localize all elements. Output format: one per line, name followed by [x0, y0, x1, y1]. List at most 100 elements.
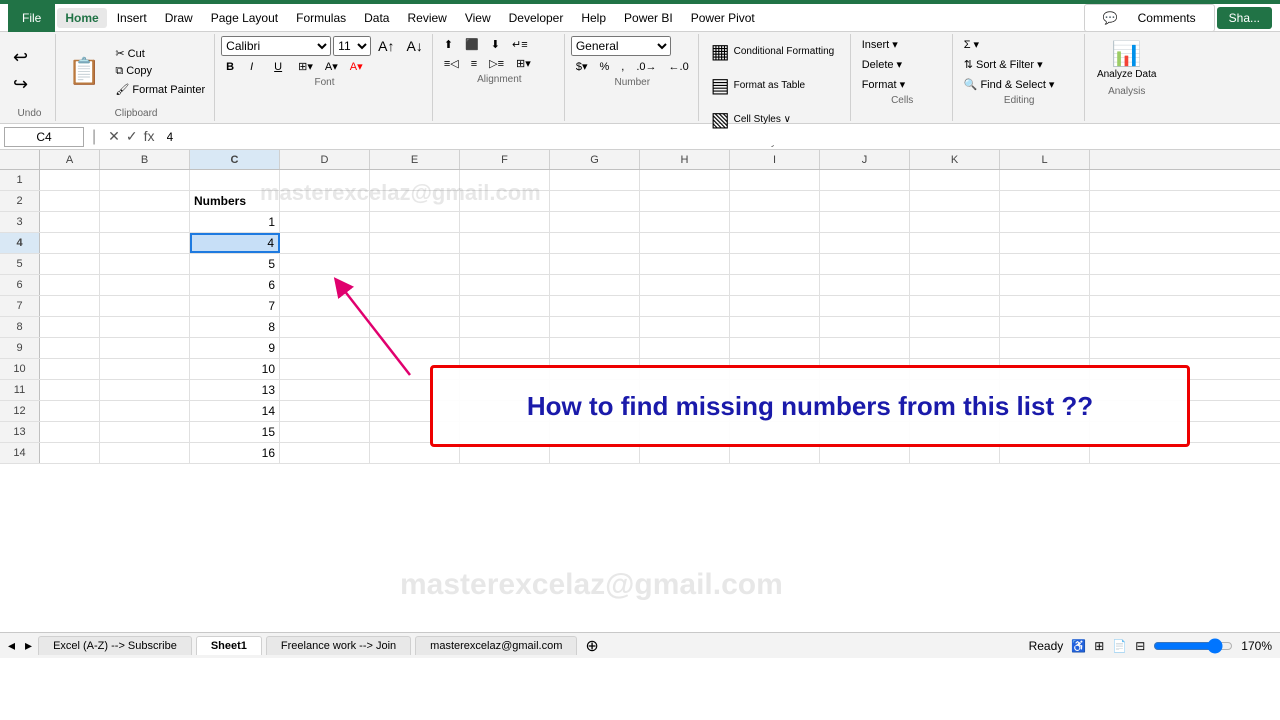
confirm-formula-icon[interactable]: ✓ [126, 128, 138, 145]
menu-help[interactable]: Help [573, 8, 614, 28]
zoom-slider[interactable] [1153, 638, 1233, 654]
accounting-format-button[interactable]: $▾ [571, 58, 593, 75]
cell[interactable] [550, 170, 640, 190]
cell[interactable] [640, 296, 730, 316]
cell[interactable]: 9 [190, 338, 280, 358]
align-bottom-button[interactable]: ⬇ [486, 36, 505, 53]
menu-developer[interactable]: Developer [501, 8, 572, 28]
scroll-tabs-right[interactable]: ▸ [21, 637, 36, 654]
font-size-select[interactable]: 11 [333, 36, 371, 56]
cell[interactable] [1000, 191, 1090, 211]
cell[interactable] [640, 212, 730, 232]
cell[interactable] [100, 359, 190, 379]
cell[interactable] [40, 422, 100, 442]
autosum-button[interactable]: Σ ▾ [959, 36, 1080, 53]
col-header-f[interactable]: F [460, 150, 550, 169]
cell[interactable] [40, 191, 100, 211]
decrease-font-button[interactable]: A↓ [402, 36, 428, 56]
add-sheet-button[interactable]: ⊕ [581, 636, 602, 656]
sheet-view-page-break-icon[interactable]: ⊟ [1135, 639, 1145, 653]
undo-button[interactable]: ↩ [8, 45, 33, 70]
cell[interactable]: 10 [190, 359, 280, 379]
cell[interactable] [730, 170, 820, 190]
format-button[interactable]: Format ▾ [857, 76, 948, 93]
copy-button[interactable]: ⧉ Copy [110, 63, 210, 80]
cell[interactable] [40, 401, 100, 421]
cell[interactable] [460, 317, 550, 337]
cell[interactable] [460, 191, 550, 211]
cell[interactable] [550, 233, 640, 253]
cell[interactable] [100, 191, 190, 211]
cell[interactable] [280, 422, 370, 442]
cell[interactable] [40, 443, 100, 463]
cell[interactable] [280, 212, 370, 232]
cell[interactable]: 8 [190, 317, 280, 337]
col-header-e[interactable]: E [370, 150, 460, 169]
format-painter-button[interactable]: 🖌 Format Painter [110, 81, 210, 98]
cell[interactable] [100, 380, 190, 400]
col-header-b[interactable]: B [100, 150, 190, 169]
cell[interactable] [100, 317, 190, 337]
sheet-view-layout-icon[interactable]: 📄 [1112, 639, 1127, 653]
col-header-i[interactable]: I [730, 150, 820, 169]
sheet-tab-sheet1[interactable]: Sheet1 [196, 636, 262, 655]
comma-button[interactable]: , [616, 59, 629, 75]
format-as-table-button[interactable]: ▤ Format as Table [705, 70, 811, 101]
cell[interactable] [40, 359, 100, 379]
menu-power-pivot[interactable]: Power Pivot [683, 8, 763, 28]
formula-input[interactable] [163, 129, 1276, 145]
align-right-button[interactable]: ▷≡ [484, 55, 509, 72]
cell[interactable] [730, 275, 820, 295]
cell[interactable] [550, 212, 640, 232]
cell[interactable] [550, 296, 640, 316]
align-left-button[interactable]: ≡◁ [439, 55, 464, 72]
cell[interactable] [40, 212, 100, 232]
cell[interactable] [370, 275, 460, 295]
cell[interactable] [640, 233, 730, 253]
cell[interactable] [910, 254, 1000, 274]
cell[interactable] [1000, 170, 1090, 190]
cell[interactable]: 16 [190, 443, 280, 463]
cell[interactable] [280, 317, 370, 337]
col-header-c[interactable]: C [190, 150, 280, 169]
cell[interactable] [820, 317, 910, 337]
cell[interactable] [640, 338, 730, 358]
cell[interactable]: 14 [190, 401, 280, 421]
cell[interactable]: 1 [190, 212, 280, 232]
cell[interactable] [280, 191, 370, 211]
cell[interactable] [100, 275, 190, 295]
cell[interactable] [280, 401, 370, 421]
wrap-text-button[interactable]: ↵≡ [507, 36, 533, 53]
name-box[interactable] [4, 127, 84, 147]
cell[interactable] [1000, 233, 1090, 253]
cell[interactable] [550, 254, 640, 274]
cell[interactable] [550, 338, 640, 358]
cell[interactable]: Numbers [190, 191, 280, 211]
sheet-view-normal-icon[interactable]: ⊞ [1094, 639, 1104, 653]
cell[interactable]: 5 [190, 254, 280, 274]
scroll-tabs-left[interactable]: ◂ [4, 637, 19, 654]
cell[interactable] [910, 338, 1000, 358]
cell[interactable] [280, 254, 370, 274]
cell[interactable] [370, 212, 460, 232]
increase-font-button[interactable]: A↑ [373, 36, 399, 56]
cell[interactable] [910, 317, 1000, 337]
col-header-k[interactable]: K [910, 150, 1000, 169]
cell[interactable] [820, 275, 910, 295]
cell[interactable] [640, 254, 730, 274]
cell[interactable] [910, 296, 1000, 316]
delete-button[interactable]: Delete ▾ [857, 56, 948, 73]
cell[interactable] [550, 275, 640, 295]
cell[interactable] [100, 170, 190, 190]
cell[interactable] [280, 443, 370, 463]
cell[interactable] [280, 380, 370, 400]
cell[interactable] [1000, 275, 1090, 295]
col-header-h[interactable]: H [640, 150, 730, 169]
cell[interactable] [370, 296, 460, 316]
cell[interactable] [910, 170, 1000, 190]
menu-power-bi[interactable]: Power BI [616, 8, 681, 28]
cell[interactable] [460, 275, 550, 295]
cell[interactable] [460, 212, 550, 232]
col-header-g[interactable]: G [550, 150, 640, 169]
cell[interactable] [40, 317, 100, 337]
